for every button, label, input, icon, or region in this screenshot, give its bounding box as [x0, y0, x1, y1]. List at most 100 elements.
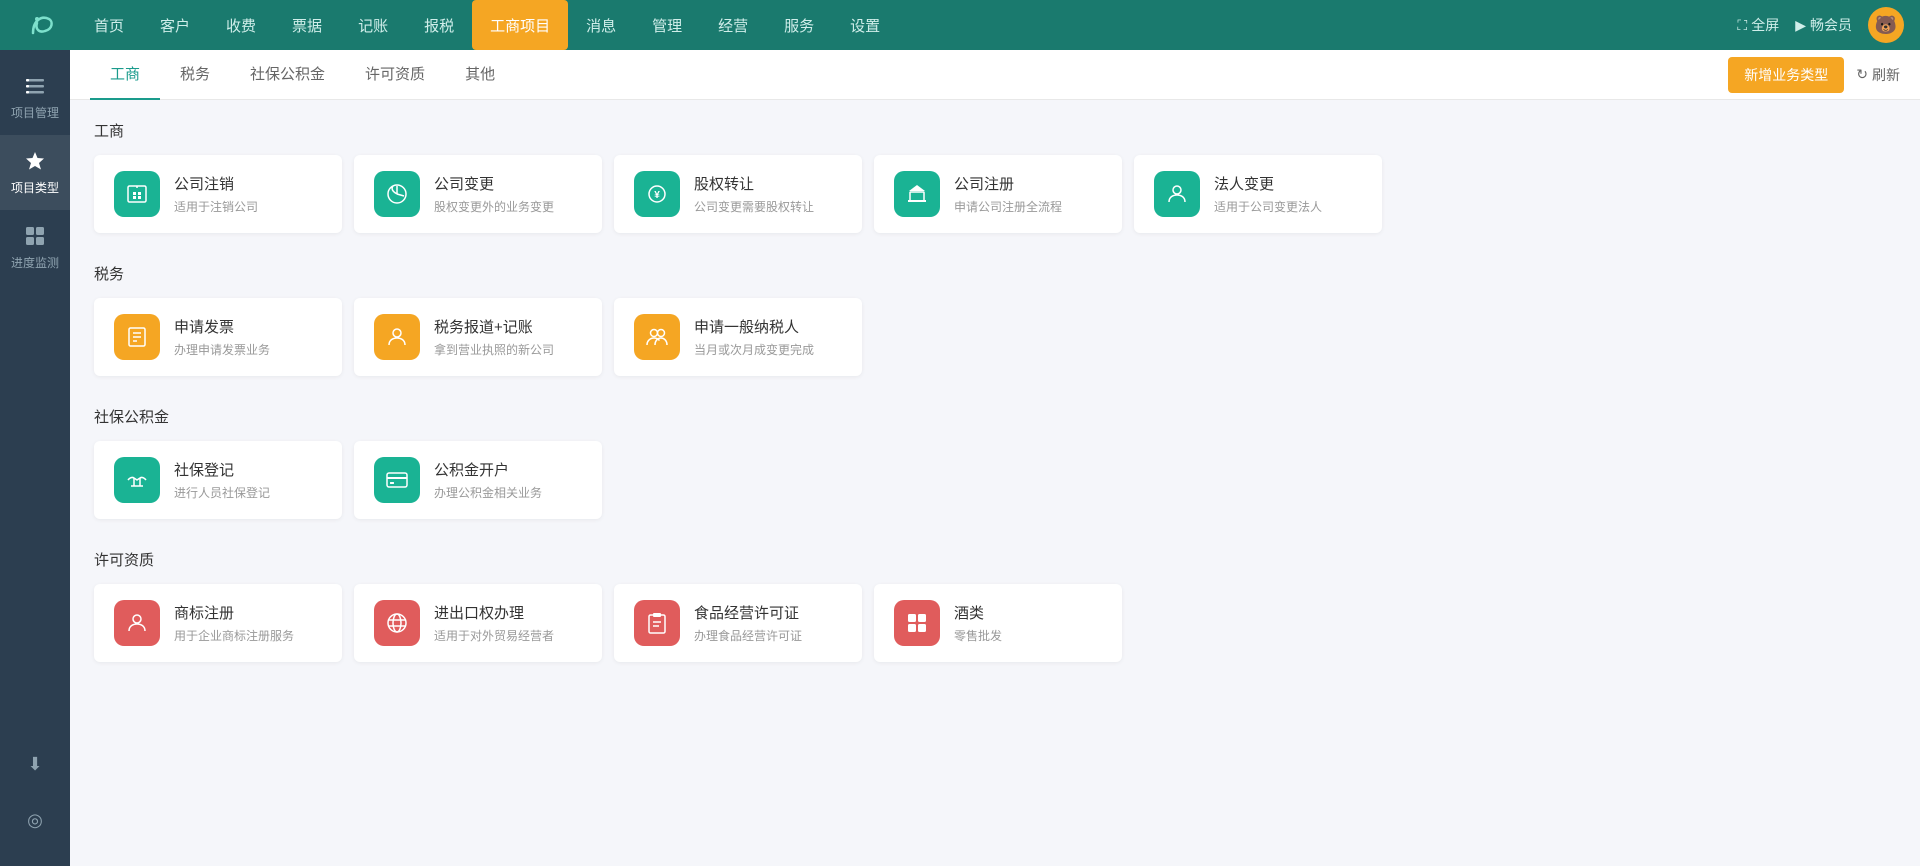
service-icon-0-1 [374, 171, 420, 217]
section-title-1: 税务 [94, 263, 1896, 284]
vip-icon: ▶ [1795, 17, 1806, 34]
service-card-2-0[interactable]: 社保登记进行人员社保登记 [94, 441, 342, 519]
service-desc-2-1: 办理公积金相关业务 [434, 484, 542, 501]
top-nav-item-3[interactable]: 票据 [274, 0, 340, 50]
project-management-icon [23, 74, 47, 98]
service-desc-1-1: 拿到营业执照的新公司 [434, 341, 554, 358]
section-1: 税务申请发票办理申请发票业务 税务报道+记账拿到营业执照的新公司 申请一般纳税人当月… [94, 263, 1896, 376]
top-nav-item-7[interactable]: 消息 [568, 0, 634, 50]
service-desc-3-1: 适用于对外贸易经营者 [434, 627, 554, 644]
tab-bar-actions: 新增业务类型 ↻ 刷新 [1728, 57, 1900, 93]
service-icon-3-1 [374, 600, 420, 646]
user-avatar[interactable]: 🐻 [1868, 7, 1904, 43]
service-card-3-2[interactable]: 食品经营许可证办理食品经营许可证 [614, 584, 862, 662]
tab-bar: 工商税务社保公积金许可资质其他 新增业务类型 ↻ 刷新 [70, 50, 1920, 100]
section-3: 许可资质商标注册用于企业商标注册服务进出口权办理适用于对外贸易经营者食品经营许可… [94, 549, 1896, 662]
service-card-2-1[interactable]: 公积金开户办理公积金相关业务 [354, 441, 602, 519]
fullscreen-icon: ⛶ [1737, 17, 1747, 34]
top-nav-item-0[interactable]: 首页 [76, 0, 142, 50]
service-icon-3-0 [114, 600, 160, 646]
service-desc-3-2: 办理食品经营许可证 [694, 627, 802, 644]
service-name-0-0: 公司注销 [174, 173, 258, 194]
service-name-1-2: 申请一般纳税人 [694, 316, 814, 337]
service-icon-2-0 [114, 457, 160, 503]
new-type-button[interactable]: 新增业务类型 [1728, 57, 1844, 93]
service-desc-2-0: 进行人员社保登记 [174, 484, 270, 501]
service-icon-1-2 [634, 314, 680, 360]
service-card-0-2[interactable]: ¥ 股权转让公司变更需要股权转让 [614, 155, 862, 233]
service-info-3-2: 食品经营许可证办理食品经营许可证 [694, 602, 802, 644]
project-type-icon [23, 149, 47, 173]
service-icon-0-4 [1154, 171, 1200, 217]
top-nav-item-6[interactable]: 工商项目 [472, 0, 568, 50]
sidebar-download-button[interactable]: ⬇ [0, 738, 70, 790]
sidebar-item-progress-monitor[interactable]: 进度监测 [0, 210, 70, 285]
service-info-2-1: 公积金开户办理公积金相关业务 [434, 459, 542, 501]
top-nav-item-9[interactable]: 经营 [700, 0, 766, 50]
section-title-2: 社保公积金 [94, 406, 1896, 427]
refresh-button[interactable]: ↻ 刷新 [1856, 65, 1900, 85]
sidebar-location-button[interactable]: ◎ [0, 794, 70, 846]
cards-grid-1: 申请发票办理申请发票业务 税务报道+记账拿到营业执照的新公司 申请一般纳税人当月或次… [94, 298, 1896, 376]
service-card-3-3[interactable]: 酒类零售批发 [874, 584, 1122, 662]
service-card-3-0[interactable]: 商标注册用于企业商标注册服务 [94, 584, 342, 662]
cards-grid-3: 商标注册用于企业商标注册服务进出口权办理适用于对外贸易经营者食品经营许可证办理食… [94, 584, 1896, 662]
service-desc-1-2: 当月或次月成变更完成 [694, 341, 814, 358]
service-card-3-1[interactable]: 进出口权办理适用于对外贸易经营者 [354, 584, 602, 662]
service-name-1-1: 税务报道+记账 [434, 316, 554, 337]
service-name-3-1: 进出口权办理 [434, 602, 554, 623]
sidebar-label-project-management: 项目管理 [11, 104, 59, 121]
service-name-2-0: 社保登记 [174, 459, 270, 480]
service-card-1-1[interactable]: 税务报道+记账拿到营业执照的新公司 [354, 298, 602, 376]
service-card-0-3[interactable]: 公司注册申请公司注册全流程 [874, 155, 1122, 233]
service-card-0-4[interactable]: 法人变更适用于公司变更法人 [1134, 155, 1382, 233]
tab-item-0[interactable]: 工商 [90, 50, 160, 100]
service-desc-0-2: 公司变更需要股权转让 [694, 198, 814, 215]
refresh-label: 刷新 [1872, 65, 1900, 85]
vip-label: 畅会员 [1810, 15, 1852, 35]
progress-monitor-icon [23, 224, 47, 248]
service-info-1-1: 税务报道+记账拿到营业执照的新公司 [434, 316, 554, 358]
service-info-0-2: 股权转让公司变更需要股权转让 [694, 173, 814, 215]
service-icon-0-3 [894, 171, 940, 217]
logo[interactable] [16, 0, 66, 50]
service-name-3-3: 酒类 [954, 602, 1002, 623]
service-card-0-0[interactable]: 公司注销适用于注销公司 [94, 155, 342, 233]
service-card-1-2[interactable]: 申请一般纳税人当月或次月成变更完成 [614, 298, 862, 376]
service-info-0-4: 法人变更适用于公司变更法人 [1214, 173, 1322, 215]
top-nav-item-4[interactable]: 记账 [340, 0, 406, 50]
top-nav-item-2[interactable]: 收费 [208, 0, 274, 50]
sidebar: 项目管理 项目类型 进度监测 ⬇ [0, 50, 70, 866]
tab-item-1[interactable]: 税务 [160, 50, 230, 100]
service-name-3-0: 商标注册 [174, 602, 294, 623]
svg-text:¥: ¥ [654, 190, 660, 201]
sidebar-item-project-type[interactable]: 项目类型 [0, 135, 70, 210]
service-icon-3-3 [894, 600, 940, 646]
top-nav-item-5[interactable]: 报税 [406, 0, 472, 50]
service-card-0-1[interactable]: 公司变更股权变更外的业务变更 [354, 155, 602, 233]
fullscreen-button[interactable]: ⛶ 全屏 [1737, 15, 1779, 35]
section-2: 社保公积金社保登记进行人员社保登记 公积金开户办理公积金相关业务 [94, 406, 1896, 519]
sidebar-label-progress-monitor: 进度监测 [11, 254, 59, 271]
scroll-content: 工商公司注销适用于注销公司 公司变更股权变更外的业务变更 ¥ 股权转让公司变更需要股权… [70, 100, 1920, 866]
tab-item-4[interactable]: 其他 [445, 50, 515, 100]
top-nav-item-8[interactable]: 管理 [634, 0, 700, 50]
top-nav-item-10[interactable]: 服务 [766, 0, 832, 50]
section-title-0: 工商 [94, 120, 1896, 141]
service-info-0-0: 公司注销适用于注销公司 [174, 173, 258, 215]
service-desc-0-1: 股权变更外的业务变更 [434, 198, 554, 215]
tab-item-3[interactable]: 许可资质 [345, 50, 445, 100]
vip-button[interactable]: ▶ 畅会员 [1795, 15, 1852, 35]
service-card-1-0[interactable]: 申请发票办理申请发票业务 [94, 298, 342, 376]
service-icon-0-2: ¥ [634, 171, 680, 217]
service-info-1-2: 申请一般纳税人当月或次月成变更完成 [694, 316, 814, 358]
service-icon-1-1 [374, 314, 420, 360]
top-nav-item-1[interactable]: 客户 [142, 0, 208, 50]
service-desc-0-0: 适用于注销公司 [174, 198, 258, 215]
service-desc-3-0: 用于企业商标注册服务 [174, 627, 294, 644]
service-desc-1-0: 办理申请发票业务 [174, 341, 270, 358]
tab-item-2[interactable]: 社保公积金 [230, 50, 345, 100]
top-nav-item-11[interactable]: 设置 [832, 0, 898, 50]
service-info-0-1: 公司变更股权变更外的业务变更 [434, 173, 554, 215]
sidebar-item-project-management[interactable]: 项目管理 [0, 60, 70, 135]
